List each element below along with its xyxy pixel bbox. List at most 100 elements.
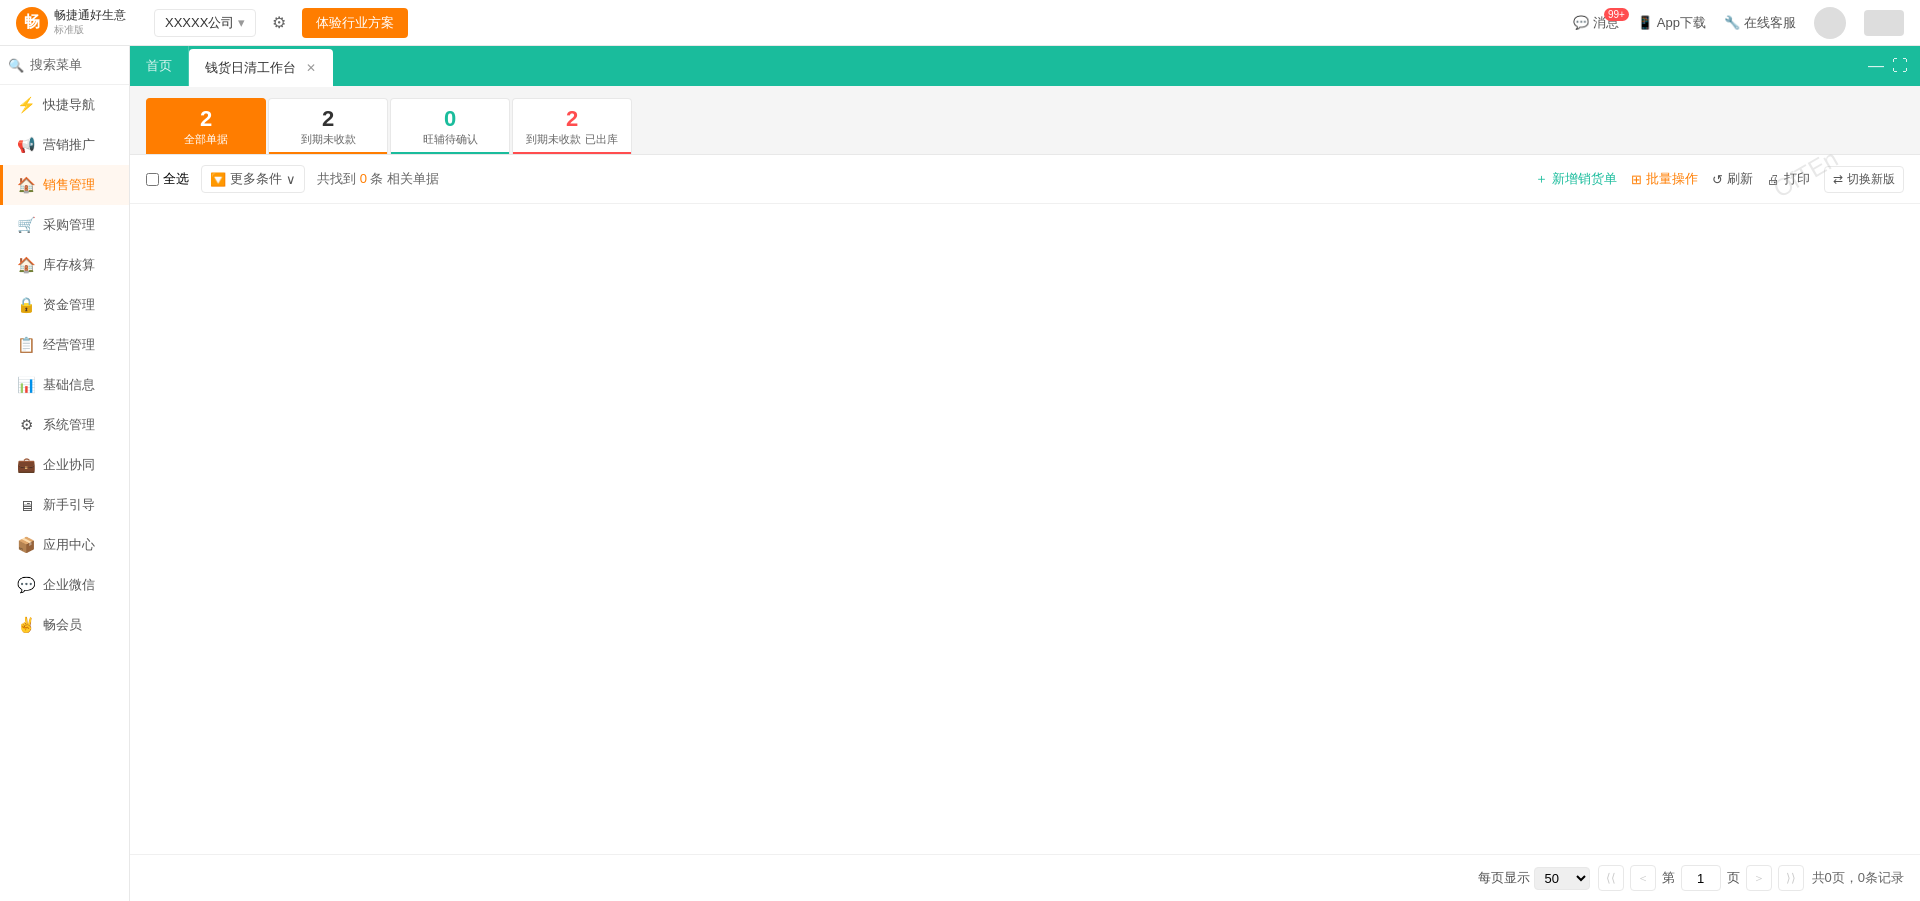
status-tab-overdue-count: 2: [322, 106, 334, 132]
status-tab-overdue-label: 到期未收款: [301, 132, 356, 147]
per-page-select[interactable]: 50 100 200: [1534, 867, 1590, 890]
basic-info-icon: 📊: [17, 376, 35, 394]
sidebar-label-member: 畅会员: [43, 616, 82, 634]
sidebar-item-quick-nav[interactable]: ⚡ 快捷导航: [0, 85, 129, 125]
company-selector[interactable]: XXXXX公司 ▾: [154, 9, 256, 37]
found-count: 0: [360, 171, 367, 186]
related-doc-label: 相关单据: [387, 171, 439, 186]
sidebar-item-sales[interactable]: 🏠 销售管理: [0, 165, 129, 205]
company-name: XXXXX公司: [165, 14, 234, 32]
more-filters-button[interactable]: 🔽 更多条件 ∨: [201, 165, 305, 193]
logo-area: 畅 畅捷通好生意 标准版: [16, 7, 146, 39]
status-tab-overdue-unshipped-count: 2: [566, 106, 578, 132]
switch-icon: ⇄: [1833, 172, 1843, 186]
last-page-button[interactable]: ⟩⟩: [1778, 865, 1804, 891]
online-service-action[interactable]: 🔧 在线客服: [1724, 14, 1796, 32]
avatar[interactable]: [1814, 7, 1846, 39]
download-icon: 📱: [1637, 15, 1653, 30]
message-icon: 💬: [1573, 15, 1589, 30]
tab-close-icon[interactable]: ✕: [306, 61, 316, 75]
sidebar-item-capital[interactable]: 🔒 资金管理: [0, 285, 129, 325]
switch-version-button[interactable]: ⇄ 切换新版: [1824, 166, 1904, 193]
sidebar: 🔍 搜索菜单 ⚡ 快捷导航 📢 营销推广 🏠 销售管理 🛒 采购管理 🏠 库存核…: [0, 46, 130, 901]
search-menu[interactable]: 🔍 搜索菜单: [0, 46, 129, 85]
operation-icon: 📋: [17, 336, 35, 354]
sidebar-item-enterprise-coop[interactable]: 💼 企业协同: [0, 445, 129, 485]
sidebar-item-marketing[interactable]: 📢 营销推广: [0, 125, 129, 165]
refresh-button[interactable]: ↺ 刷新: [1712, 170, 1753, 188]
logo-subtitle: 标准版: [54, 23, 126, 37]
message-action[interactable]: 💬 消息 99+: [1573, 14, 1619, 32]
sidebar-item-system[interactable]: ⚙ 系统管理: [0, 405, 129, 445]
status-tab-overdue-unshipped[interactable]: 2 到期未收款 已出库: [512, 98, 632, 154]
search-icon: 🔍: [8, 58, 24, 73]
page-unit-label: 页: [1727, 869, 1740, 887]
sidebar-item-purchase[interactable]: 🛒 采购管理: [0, 205, 129, 245]
tab-minimize-icon[interactable]: —: [1868, 57, 1884, 75]
marketing-icon: 📢: [17, 136, 35, 154]
add-sales-button[interactable]: ＋ 新增销货单: [1535, 170, 1617, 188]
add-icon: ＋: [1535, 170, 1548, 188]
sidebar-label-capital: 资金管理: [43, 296, 95, 314]
sidebar-item-member[interactable]: ✌ 畅会员: [0, 605, 129, 645]
enterprise-coop-icon: 💼: [17, 456, 35, 474]
next-page-button[interactable]: ＞: [1746, 865, 1772, 891]
switch-version-label: 切换新版: [1847, 171, 1895, 188]
tab-maximize-icon[interactable]: ⛶: [1892, 57, 1908, 75]
tab-bar-actions: — ⛶: [1868, 57, 1920, 75]
status-tab-all-label: 全部单据: [184, 132, 228, 147]
sidebar-item-basic-info[interactable]: 📊 基础信息: [0, 365, 129, 405]
purchase-icon: 🛒: [17, 216, 35, 234]
status-tab-overdue[interactable]: 2 到期未收款: [268, 98, 388, 154]
user-name-area[interactable]: [1864, 10, 1904, 36]
found-unit: 条: [370, 171, 383, 186]
quick-nav-icon: ⚡: [17, 96, 35, 114]
toolbar: 全选 🔽 更多条件 ∨ 共找到 0 条 相关单据 ＋ 新增销货单: [130, 155, 1920, 204]
page-prefix-label: 第: [1662, 869, 1675, 887]
sidebar-label-operation: 经营管理: [43, 336, 95, 354]
add-sales-label: 新增销货单: [1552, 170, 1617, 188]
sidebar-item-app-center[interactable]: 📦 应用中心: [0, 525, 129, 565]
status-tab-all[interactable]: 2 全部单据: [146, 98, 266, 154]
top-header: 畅 畅捷通好生意 标准版 XXXXX公司 ▾ ⚙ 体验行业方案 💬 消息 99+…: [0, 0, 1920, 46]
system-icon: ⚙: [17, 416, 35, 434]
tab-money-goods[interactable]: 钱货日清工作台 ✕: [189, 49, 333, 87]
filter-chevron-icon: ∨: [286, 172, 296, 187]
sidebar-item-inventory[interactable]: 🏠 库存核算: [0, 245, 129, 285]
tab-home-label: 首页: [146, 57, 172, 75]
status-tab-wangdian-count: 0: [444, 106, 456, 132]
print-button[interactable]: 🖨 打印: [1767, 170, 1810, 188]
tab-home[interactable]: 首页: [130, 46, 189, 86]
app-download-label: App下载: [1657, 14, 1706, 32]
current-page-input[interactable]: [1681, 865, 1721, 891]
refresh-icon: ↺: [1712, 172, 1723, 187]
status-tab-overdue-unshipped-label: 到期未收款 已出库: [526, 132, 617, 147]
status-tab-all-count: 2: [200, 106, 212, 132]
sidebar-item-new-guide[interactable]: 🖥 新手引导: [0, 485, 129, 525]
batch-action-button[interactable]: ⊞ 批量操作: [1631, 170, 1698, 188]
select-all-input[interactable]: [146, 173, 159, 186]
app-download-action[interactable]: 📱 App下载: [1637, 14, 1706, 32]
enterprise-wechat-icon: 💬: [17, 576, 35, 594]
member-icon: ✌: [17, 616, 35, 634]
prev-page-button[interactable]: ＜: [1630, 865, 1656, 891]
logo-text-area: 畅捷通好生意 标准版: [54, 8, 126, 38]
footer: 每页显示 50 100 200 ⟨⟨ ＜ 第 页 ＞ ⟩⟩ 共0页，0条记录: [130, 854, 1920, 901]
first-page-button[interactable]: ⟨⟨: [1598, 865, 1624, 891]
sidebar-label-sales: 销售管理: [43, 176, 95, 194]
sidebar-label-basic-info: 基础信息: [43, 376, 95, 394]
capital-icon: 🔒: [17, 296, 35, 314]
pagination: ⟨⟨ ＜ 第 页 ＞ ⟩⟩: [1598, 865, 1804, 891]
app-center-icon: 📦: [17, 536, 35, 554]
header-left: 畅 畅捷通好生意 标准版 XXXXX公司 ▾ ⚙ 体验行业方案: [16, 7, 408, 39]
sidebar-item-enterprise-wechat[interactable]: 💬 企业微信: [0, 565, 129, 605]
experience-button[interactable]: 体验行业方案: [302, 8, 408, 38]
select-all-checkbox[interactable]: 全选: [146, 170, 189, 188]
sidebar-item-operation[interactable]: 📋 经营管理: [0, 325, 129, 365]
sidebar-label-purchase: 采购管理: [43, 216, 95, 234]
select-all-label: 全选: [163, 170, 189, 188]
chevron-down-icon: ▾: [238, 15, 245, 30]
status-tab-wangdian[interactable]: 0 旺辅待确认: [390, 98, 510, 154]
sidebar-label-inventory: 库存核算: [43, 256, 95, 274]
settings-icon[interactable]: ⚙: [264, 8, 294, 38]
